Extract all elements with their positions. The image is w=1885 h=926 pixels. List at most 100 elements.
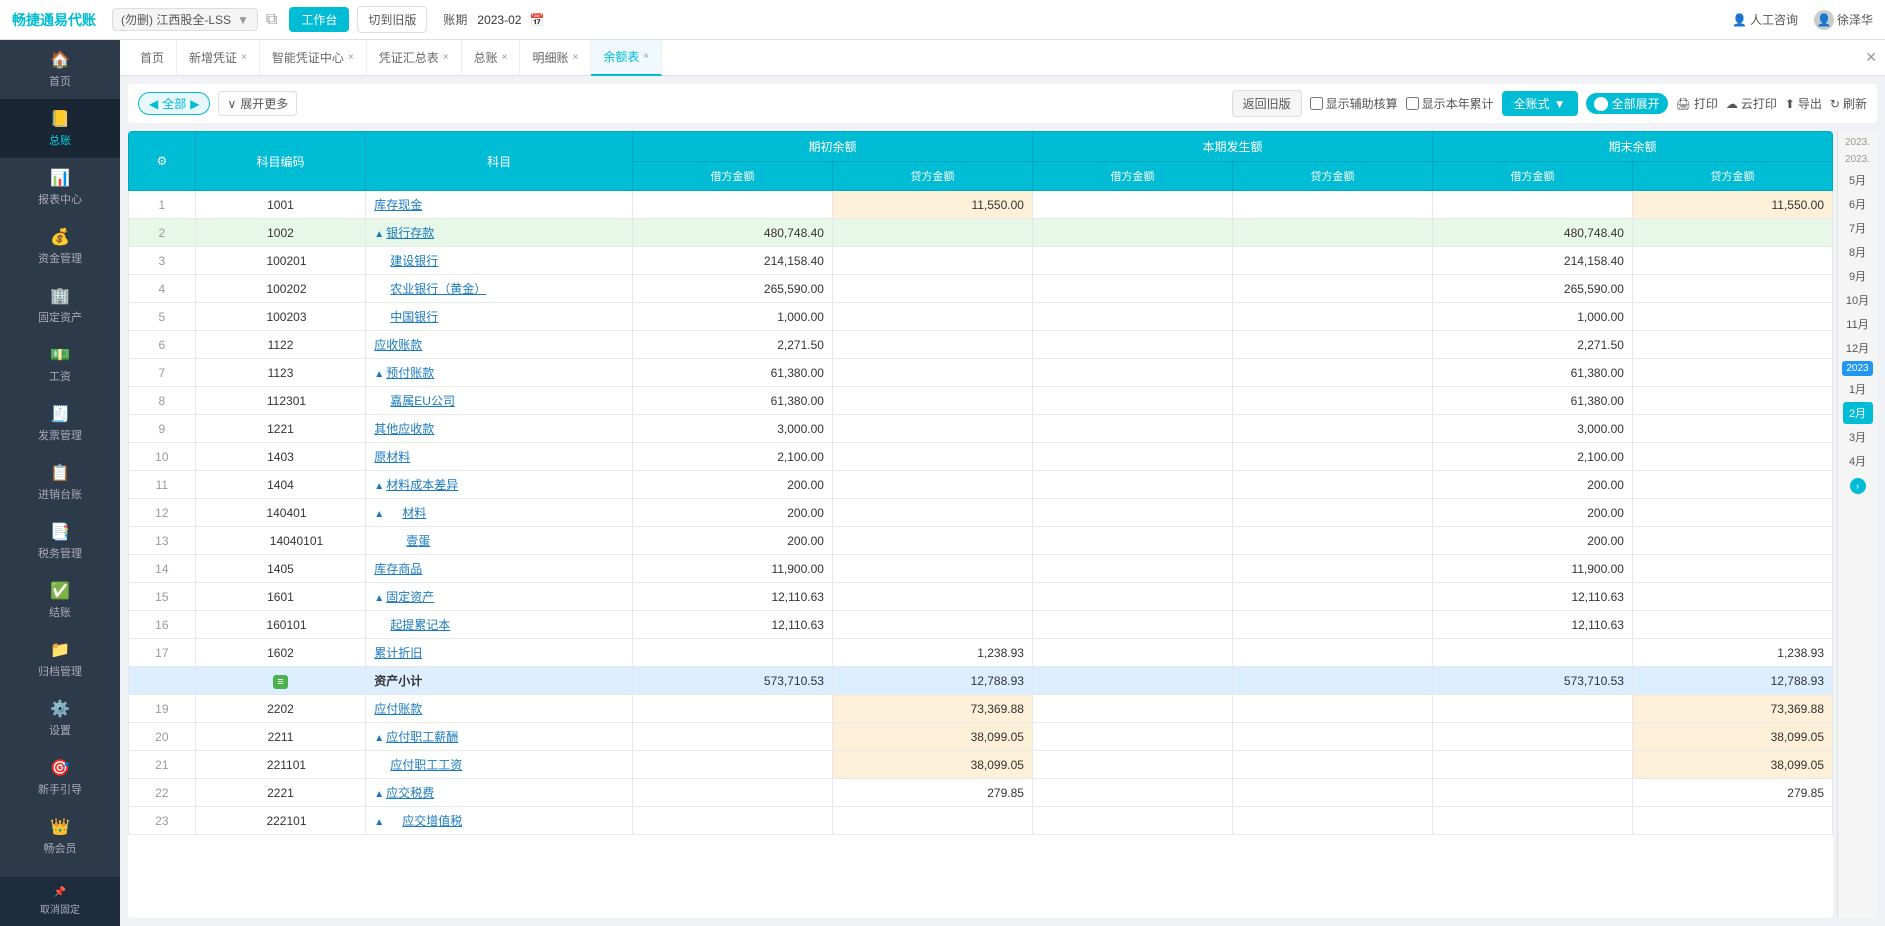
account-name-link[interactable]: 库存现金 — [374, 198, 422, 212]
return-button[interactable]: 返回旧版 — [1232, 90, 1302, 117]
month-1[interactable]: 1月 — [1843, 378, 1873, 400]
expand-more-button[interactable]: ∨ 展开更多 — [218, 91, 297, 116]
consult-button[interactable]: 👤 人工咨询 — [1732, 11, 1798, 28]
month-3[interactable]: 3月 — [1843, 426, 1873, 448]
month-8[interactable]: 8月 — [1843, 241, 1873, 263]
tab-ledger[interactable]: 总账 × — [462, 40, 521, 76]
cell-name[interactable]: 农业银行（黄金） — [366, 275, 633, 303]
cell-name[interactable]: 库存现金 — [366, 191, 633, 219]
sidebar-item-capital[interactable]: 💰 资金管理 — [0, 217, 120, 276]
cell-name[interactable]: 累计折旧 — [366, 639, 633, 667]
cell-name[interactable]: ▲预付账款 — [366, 359, 633, 387]
panel-circle-icon[interactable]: › — [1850, 478, 1866, 494]
sidebar-pin-button[interactable]: 📌 取消固定 — [0, 877, 120, 926]
th-settings[interactable]: ⚙ — [129, 132, 196, 191]
cell-name[interactable]: ▲应交税费 — [366, 779, 633, 807]
account-name-link[interactable]: 其他应收款 — [374, 422, 434, 436]
account-name-link[interactable]: 材料 — [402, 506, 426, 520]
sidebar-item-vip[interactable]: 👑 畅会员 — [0, 807, 120, 866]
refresh-button[interactable]: ↻ 刷新 — [1830, 95, 1867, 112]
month-6[interactable]: 6月 — [1843, 193, 1873, 215]
account-name-link[interactable]: 应付职工工资 — [390, 758, 462, 772]
ytd-checkbox[interactable] — [1406, 97, 1419, 110]
expand-all-toggle[interactable]: 全部展开 — [1586, 93, 1668, 114]
month-4[interactable]: 4月 — [1843, 450, 1873, 472]
account-name-link[interactable]: 固定资产 — [386, 590, 434, 604]
tab-new-voucher[interactable]: 新增凭证 × — [177, 40, 260, 76]
account-name-link[interactable]: 嘉属EU公司 — [390, 394, 455, 408]
tab-balance-sheet-close[interactable]: × — [643, 51, 649, 62]
cell-name[interactable]: 起提累记本 — [366, 611, 633, 639]
cell-name[interactable]: 原材料 — [366, 443, 633, 471]
cell-name[interactable]: 应付职工工资 — [366, 751, 633, 779]
tab-voucher-summary[interactable]: 凭证汇总表 × — [367, 40, 462, 76]
account-name-link[interactable]: 银行存款 — [386, 226, 434, 240]
account-name-link[interactable]: 应付账款 — [374, 702, 422, 716]
account-name-link[interactable]: 累计折旧 — [374, 646, 422, 660]
account-name-link[interactable]: 原材料 — [374, 450, 410, 464]
account-name-link[interactable]: 应交税费 — [386, 786, 434, 800]
sidebar-item-tax[interactable]: 📑 税务管理 — [0, 512, 120, 571]
cell-name[interactable]: ▲材料成本差异 — [366, 471, 633, 499]
account-name-link[interactable]: 壹蛋 — [406, 534, 430, 548]
tab-smart-verify-close[interactable]: × — [348, 52, 354, 63]
sidebar-item-salary[interactable]: 💵 工资 — [0, 335, 120, 394]
print-button[interactable]: 🖨 打印 — [1676, 95, 1718, 112]
cell-name[interactable]: 应付账款 — [366, 695, 633, 723]
month-10[interactable]: 10月 — [1843, 289, 1873, 311]
account-name-link[interactable]: 库存商品 — [374, 562, 422, 576]
account-name-link[interactable]: 材料成本差异 — [386, 478, 458, 492]
cell-name[interactable]: ▲固定资产 — [366, 583, 633, 611]
account-name-link[interactable]: 农业银行（黄金） — [390, 282, 486, 296]
cell-name[interactable]: 应收账款 — [366, 331, 633, 359]
cell-name[interactable]: ▲银行存款 — [366, 219, 633, 247]
table-settings-icon[interactable]: ⚙ — [152, 151, 172, 171]
month-11[interactable]: 11月 — [1843, 313, 1873, 335]
tab-detail-ledger[interactable]: 明细账 × — [520, 40, 591, 76]
sidebar-item-guide[interactable]: 🎯 新手引导 — [0, 748, 120, 807]
sidebar-item-archive[interactable]: 📁 归档管理 — [0, 630, 120, 689]
account-name-link[interactable]: 预付账款 — [386, 366, 434, 380]
account-name-link[interactable]: 应交增值税 — [402, 814, 462, 828]
tab-new-voucher-close[interactable]: × — [241, 52, 247, 63]
cell-name[interactable]: 库存商品 — [366, 555, 633, 583]
cell-name[interactable]: 壹蛋 — [366, 527, 633, 555]
panel-expand-icon[interactable]: › — [1850, 478, 1866, 494]
old-version-button[interactable]: 切到旧版 — [357, 6, 427, 33]
aux-checkbox[interactable] — [1310, 97, 1323, 110]
tab-ledger-close[interactable]: × — [502, 52, 508, 63]
sidebar-item-sales[interactable]: 📋 进销台账 — [0, 453, 120, 512]
cell-name[interactable]: 中国银行 — [366, 303, 633, 331]
month-5[interactable]: 5月 — [1843, 169, 1873, 191]
month-9[interactable]: 9月 — [1843, 265, 1873, 287]
month-7[interactable]: 7月 — [1843, 217, 1873, 239]
aux-checkbox-label[interactable]: 显示辅助核算 — [1310, 95, 1398, 112]
sidebar-item-assets[interactable]: 🏢 固定资产 — [0, 276, 120, 335]
sidebar-item-settlement[interactable]: ✅ 结账 — [0, 571, 120, 630]
account-name-link[interactable]: 中国银行 — [390, 310, 438, 324]
workbench-button[interactable]: 工作台 — [289, 7, 349, 32]
month-12[interactable]: 12月 — [1843, 337, 1873, 359]
cell-name[interactable]: ▲材料 — [366, 499, 633, 527]
sidebar-item-invoice[interactable]: 🧾 发票管理 — [0, 394, 120, 453]
cell-name[interactable]: 资产小计 — [366, 667, 633, 695]
cell-name[interactable]: ▲应付职工薪酬 — [366, 723, 633, 751]
sidebar-item-settings[interactable]: ⚙️ 设置 — [0, 689, 120, 748]
account-name-link[interactable]: 应付职工薪酬 — [386, 730, 458, 744]
cell-name[interactable]: 嘉属EU公司 — [366, 387, 633, 415]
ytd-checkbox-label[interactable]: 显示本年累计 — [1406, 95, 1494, 112]
cell-name[interactable]: 其他应收款 — [366, 415, 633, 443]
tab-balance-sheet[interactable]: 余额表 × — [591, 40, 662, 76]
account-name-link[interactable]: 应收账款 — [374, 338, 422, 352]
filter-all-button[interactable]: ◀ 全部 ▶ — [138, 92, 210, 115]
tab-home[interactable]: 首页 — [128, 40, 177, 76]
tab-voucher-summary-close[interactable]: × — [443, 52, 449, 63]
tab-close-all-icon[interactable]: ✕ — [1865, 49, 1877, 66]
sidebar-item-ledger[interactable]: 📒 总账 — [0, 99, 120, 158]
sidebar-item-home[interactable]: 🏠 首页 — [0, 40, 120, 99]
cell-name[interactable]: ▲应交增值税 — [366, 807, 633, 835]
sidebar-item-reports[interactable]: 📊 报表中心 — [0, 158, 120, 217]
fullstyle-button[interactable]: 全账式 ▼ — [1502, 91, 1578, 116]
month-2[interactable]: 2月 — [1843, 402, 1873, 424]
cell-name[interactable]: 建设银行 — [366, 247, 633, 275]
